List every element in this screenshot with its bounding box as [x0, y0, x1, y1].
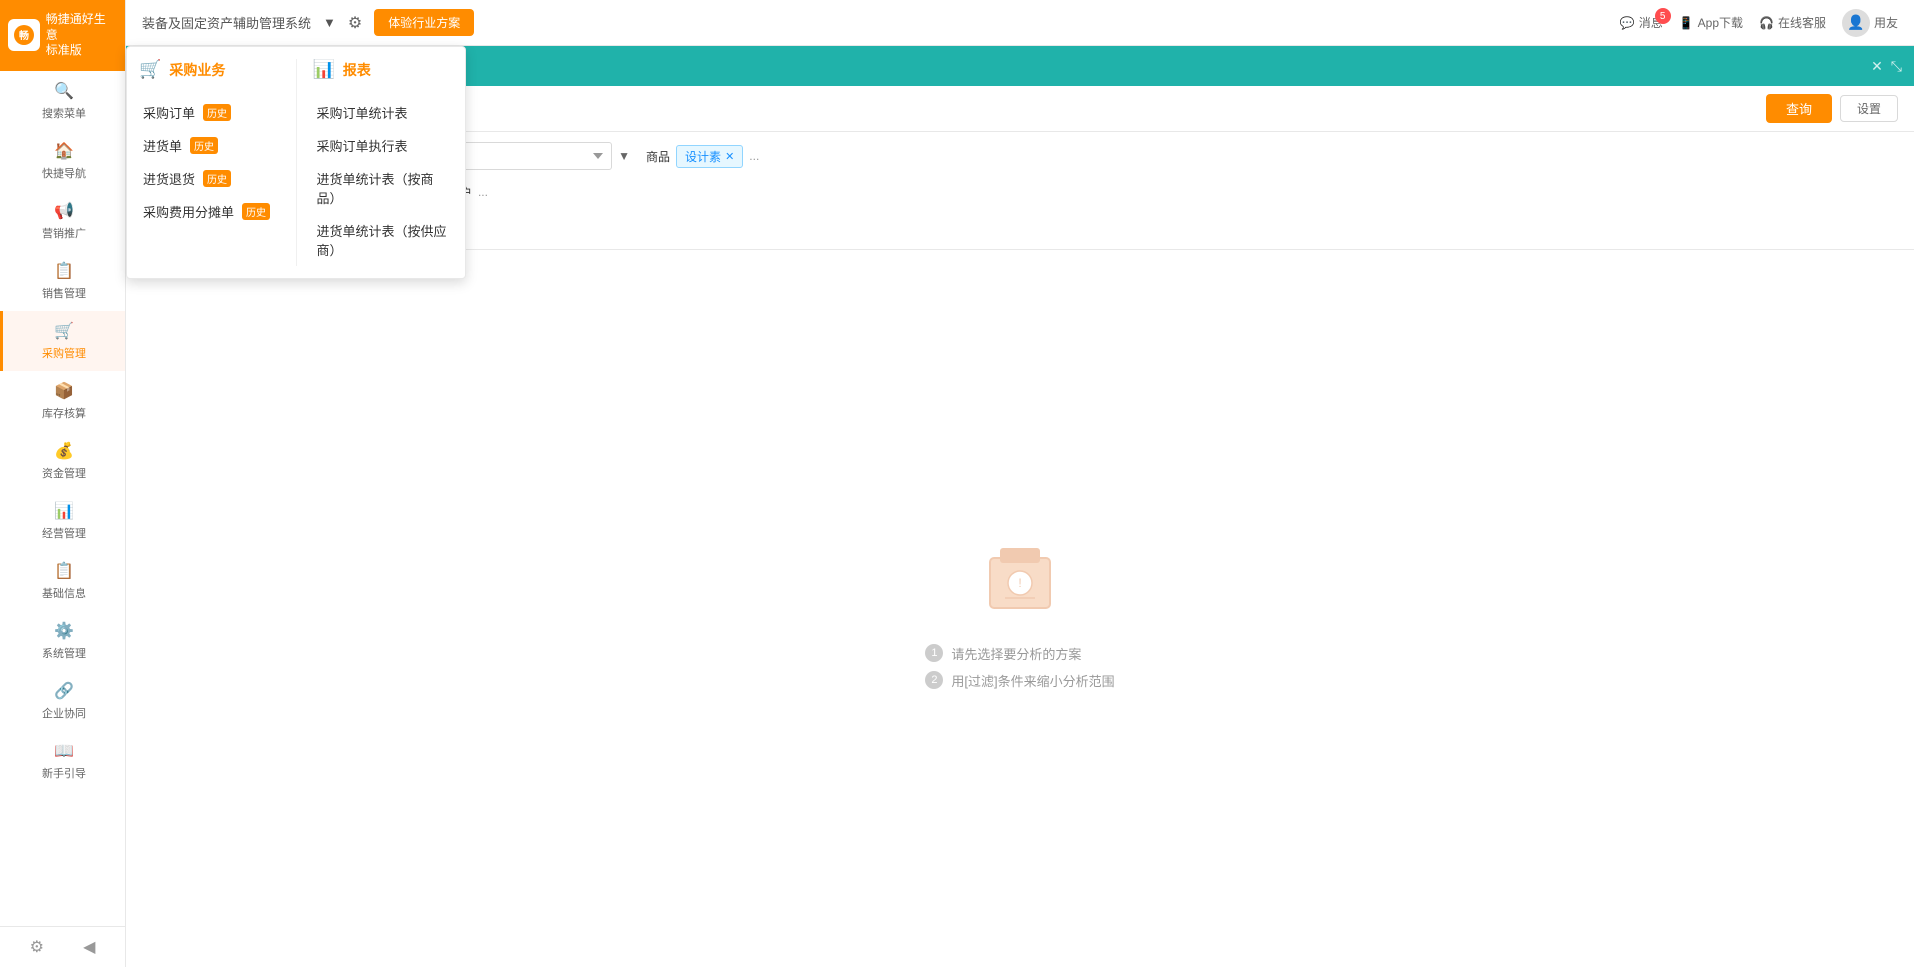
settings-btn[interactable]: 设置 [1840, 95, 1898, 122]
report-col-icon: 📊 [313, 59, 335, 80]
main-area: 装备及固定资产辅助管理系统 ▼ ⚙ 体验行业方案 💬 消息 5 📱 App下载 … [126, 0, 1914, 967]
topbar-settings-icon[interactable]: ⚙ [348, 13, 362, 33]
system-name: 装备及固定资产辅助管理系统 [142, 13, 311, 32]
user-btn[interactable]: 👤 用友 [1842, 9, 1898, 37]
sidebar-item-operations[interactable]: 📊 经营管理 [0, 491, 125, 551]
tabbar-actions: ✕ ⤡ [1859, 46, 1914, 86]
cart-icon: 🛒 [54, 321, 74, 341]
sidebar-collapse-btn[interactable]: ◀ [83, 937, 95, 957]
logo-text: 畅捷通好生意 标准版 [46, 12, 117, 59]
empty-state: ! 1 请先选择要分析的方案 2 用[过滤]条件来缩小分析范围 [126, 250, 1914, 967]
sidebar-item-sales[interactable]: 📋 销售管理 [0, 251, 125, 311]
money-icon: 💰 [54, 441, 74, 461]
book-icon: 📖 [54, 741, 74, 761]
sidebar-item-finance[interactable]: 💰 资金管理 [0, 431, 125, 491]
toolbar-right: 查询 设置 [1766, 94, 1898, 123]
message-icon: 💬 [1620, 16, 1635, 30]
sidebar-settings-btn[interactable]: ⚙ [30, 937, 44, 957]
customer-ellipsis[interactable]: ... [478, 185, 488, 199]
sidebar-item-quick-nav[interactable]: 🏠 快捷导航 [0, 131, 125, 191]
topbar-right: 💬 消息 5 📱 App下载 🎧 在线客服 👤 用友 [1620, 9, 1898, 37]
sidebar-logo: 畅 畅捷通好生意 标准版 [0, 0, 125, 71]
goods-ellipsis[interactable]: ... [749, 149, 759, 163]
chart-icon: 📊 [54, 501, 74, 521]
sidebar-nav: 🔍 搜索菜单 🏠 快捷导航 📢 营销推广 📋 销售管理 🛒 采购管理 📦 [0, 71, 125, 926]
dropdown-item-stock-return[interactable]: 进货退货 历史 [139, 162, 280, 195]
purchase-dropdown-menu: 🛒 采购业务 采购订单 历史 进货单 历史 进货退货 历史 采购费用分摊单 [126, 46, 466, 279]
dropdown-item-stock-by-goods[interactable]: 进货单统计表（按商品） [313, 162, 454, 214]
system-dropdown[interactable]: ▼ [323, 15, 336, 30]
dropdown-item-order-exec[interactable]: 采购订单执行表 [313, 129, 454, 162]
link-icon: 🔗 [54, 681, 74, 701]
sales-icon: 📋 [54, 261, 74, 281]
history-badge-0: 历史 [203, 104, 231, 121]
history-badge-2: 历史 [203, 170, 231, 187]
sidebar-item-guide[interactable]: 📖 新手引导 [0, 731, 125, 791]
status-select[interactable] [462, 142, 612, 170]
mobile-icon: 📱 [1679, 16, 1694, 30]
svg-text:!: ! [1018, 576, 1021, 590]
history-badge-1: 历史 [190, 137, 218, 154]
purchase-col: 🛒 采购业务 采购订单 历史 进货单 历史 进货退货 历史 采购费用分摊单 [127, 59, 292, 266]
filter-goods: 商品 设计素 ✕ ... [646, 145, 759, 168]
industry-btn[interactable]: 体验行业方案 [374, 9, 474, 36]
dropdown-item-purchase-expense[interactable]: 采购费用分摊单 历史 [139, 195, 280, 228]
sidebar-item-purchase[interactable]: 🛒 采购管理 [0, 311, 125, 371]
dropdown-item-stock-by-supplier[interactable]: 进货单统计表（按供应商） [313, 214, 454, 266]
message-badge: 5 [1655, 8, 1671, 24]
headset-icon: 🎧 [1759, 16, 1774, 30]
app-download-btn[interactable]: 📱 App下载 [1679, 14, 1743, 31]
empty-icon: ! [970, 528, 1070, 628]
logo-icon: 畅 [8, 19, 40, 51]
sidebar-item-inventory[interactable]: 📦 库存核算 [0, 371, 125, 431]
megaphone-icon: 📢 [54, 201, 74, 221]
dropdown-item-stock-in[interactable]: 进货单 历史 [139, 129, 280, 162]
info-icon: 📋 [54, 561, 74, 581]
search-nav-icon: 🔍 [54, 81, 74, 101]
dropdown-item-order-stat[interactable]: 采购订单统计表 [313, 96, 454, 129]
sidebar-item-basic-info[interactable]: 📋 基础信息 [0, 551, 125, 611]
dropdown-divider [296, 59, 297, 266]
close-all-icon[interactable]: ✕ [1871, 58, 1883, 75]
box-icon: 📦 [54, 381, 74, 401]
user-avatar: 👤 [1842, 9, 1870, 37]
sidebar-item-system[interactable]: ⚙️ 系统管理 [0, 611, 125, 671]
online-service-btn[interactable]: 🎧 在线客服 [1759, 14, 1826, 31]
dropdown-item-purchase-order[interactable]: 采购订单 历史 [139, 96, 280, 129]
goods-tag-close-icon[interactable]: ✕ [725, 150, 734, 163]
topbar: 装备及固定资产辅助管理系统 ▼ ⚙ 体验行业方案 💬 消息 5 📱 App下载 … [126, 0, 1914, 46]
history-badge-3: 历史 [242, 203, 270, 220]
sidebar-item-enterprise[interactable]: 🔗 企业协同 [0, 671, 125, 731]
query-btn[interactable]: 查询 [1766, 94, 1832, 123]
status-dropdown-icon: ▼ [618, 149, 630, 163]
goods-tag[interactable]: 设计素 ✕ [676, 145, 743, 168]
sidebar-footer: ⚙ ◀ [0, 926, 125, 967]
purchase-col-title: 🛒 采购业务 [139, 59, 280, 86]
report-col-title: 📊 报表 [313, 59, 454, 86]
purchase-col-icon: 🛒 [139, 59, 161, 80]
message-btn[interactable]: 💬 消息 5 [1620, 14, 1663, 31]
home-icon: 🏠 [54, 141, 74, 161]
svg-text:畅: 畅 [19, 29, 29, 42]
empty-tip-1: 1 请先选择要分析的方案 [925, 644, 1114, 663]
sidebar-item-search[interactable]: 🔍 搜索菜单 [0, 71, 125, 131]
expand-icon[interactable]: ⤡ [1891, 58, 1902, 75]
empty-tip-2: 2 用[过滤]条件来缩小分析范围 [925, 671, 1114, 690]
gear-icon: ⚙️ [54, 621, 74, 641]
report-col: 📊 报表 采购订单统计表 采购订单执行表 进货单统计表（按商品） 进货单统计表（… [301, 59, 466, 266]
sidebar-item-marketing[interactable]: 📢 营销推广 [0, 191, 125, 251]
empty-tips: 1 请先选择要分析的方案 2 用[过滤]条件来缩小分析范围 [925, 644, 1114, 690]
sidebar: 畅 畅捷通好生意 标准版 🔍 搜索菜单 🏠 快捷导航 📢 营销推广 📋 [0, 0, 126, 967]
dropdown-arrow-icon: ▼ [323, 15, 336, 30]
